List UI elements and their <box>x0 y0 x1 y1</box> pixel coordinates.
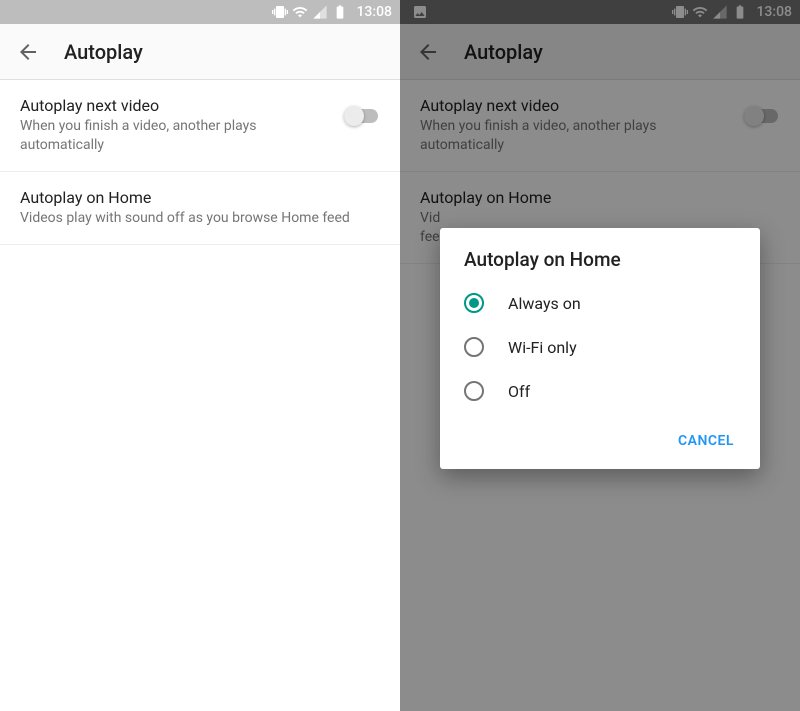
dialog-autoplay-on-home: Autoplay on Home Always on Wi-Fi only Of… <box>440 228 760 469</box>
page-title: Autoplay <box>64 40 143 64</box>
radio-icon <box>464 381 484 401</box>
vibrate-icon <box>272 4 288 20</box>
wifi-icon <box>292 4 308 20</box>
setting-text: Autoplay next video When you finish a vi… <box>20 96 328 155</box>
setting-title: Autoplay on Home <box>20 188 380 207</box>
radio-label: Wi-Fi only <box>508 338 577 357</box>
radio-icon <box>464 293 484 313</box>
radio-label: Always on <box>508 294 581 313</box>
battery-icon <box>332 4 348 20</box>
radio-label: Off <box>508 382 530 401</box>
setting-autoplay-on-home[interactable]: Autoplay on Home Videos play with sound … <box>0 172 400 245</box>
setting-text: Autoplay on Home Videos play with sound … <box>20 188 380 228</box>
dialog-title: Autoplay on Home <box>440 248 760 281</box>
settings-list: Autoplay next video When you finish a vi… <box>0 80 400 245</box>
toggle-autoplay-next-video[interactable] <box>344 106 380 126</box>
setting-subtitle: Videos play with sound off as you browse… <box>20 209 380 228</box>
phone-screen-right: 13:08 Autoplay Autoplay next video When … <box>400 0 800 711</box>
setting-subtitle: When you finish a video, another plays a… <box>20 117 328 155</box>
signal-icon <box>312 4 328 20</box>
cancel-button[interactable]: CANCEL <box>668 425 744 457</box>
radio-icon <box>464 337 484 357</box>
setting-autoplay-next-video[interactable]: Autoplay next video When you finish a vi… <box>0 80 400 172</box>
toggle-thumb <box>344 106 364 126</box>
radio-option-always-on[interactable]: Always on <box>440 281 760 325</box>
setting-title: Autoplay next video <box>20 96 328 115</box>
radio-option-wifi-only[interactable]: Wi-Fi only <box>440 325 760 369</box>
dialog-actions: CANCEL <box>440 413 760 461</box>
back-arrow-icon[interactable] <box>16 40 40 64</box>
phone-screen-left: 13:08 Autoplay Autoplay next video When … <box>0 0 400 711</box>
status-bar: 13:08 <box>0 0 400 24</box>
app-bar: Autoplay <box>0 24 400 80</box>
radio-option-off[interactable]: Off <box>440 369 760 413</box>
status-clock: 13:08 <box>356 4 392 20</box>
